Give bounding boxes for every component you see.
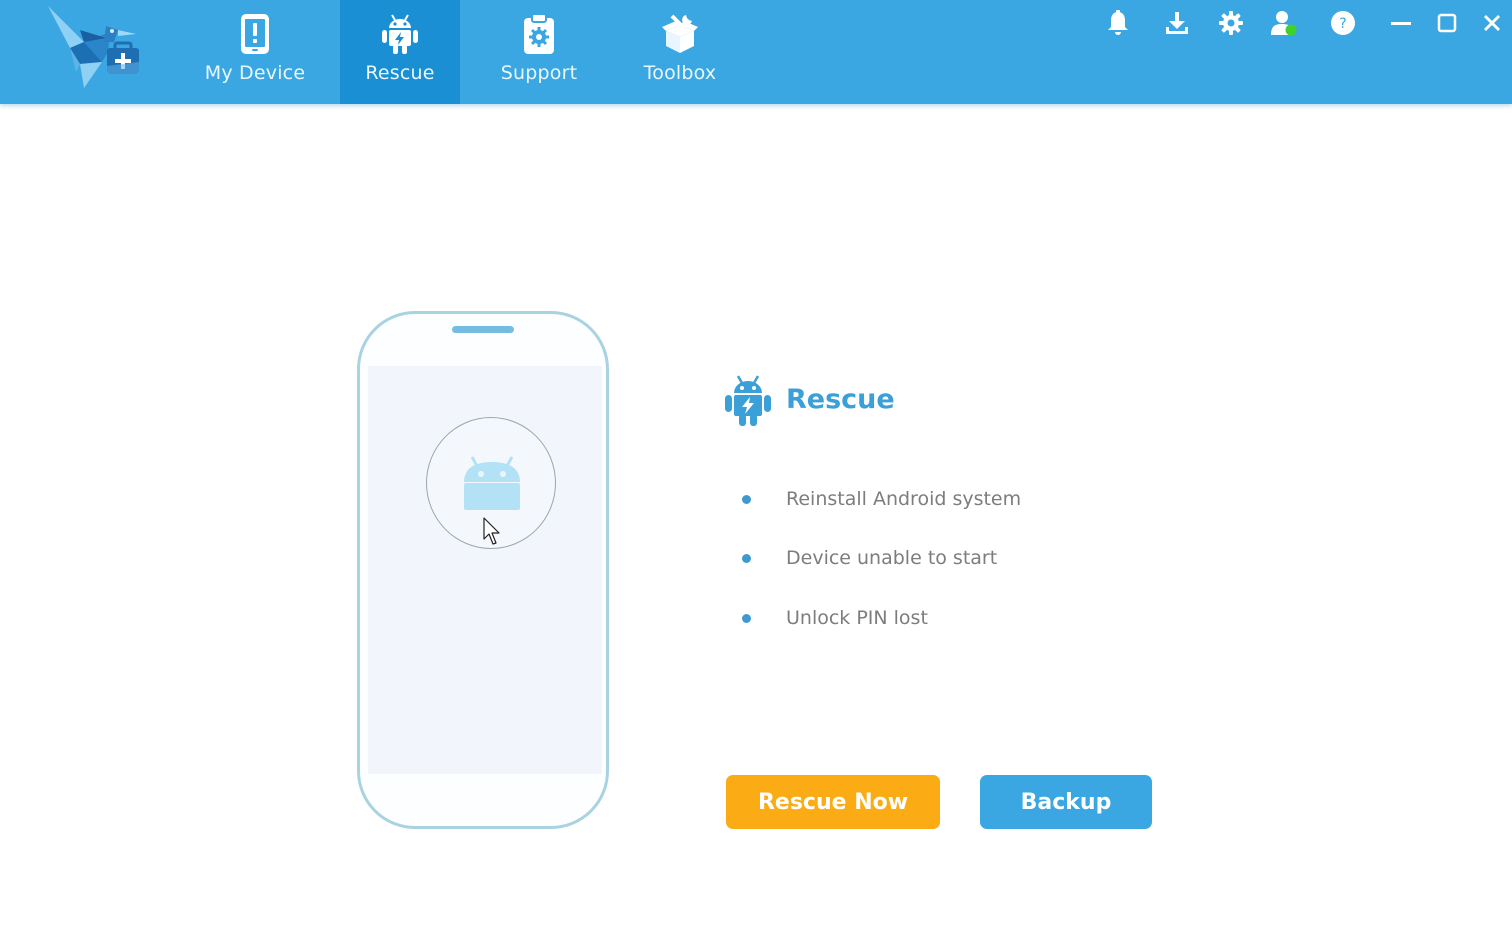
- tab-label: Toolbox: [643, 62, 717, 84]
- help-icon[interactable]: ?: [1328, 8, 1358, 38]
- account-icon[interactable]: [1269, 8, 1299, 38]
- svg-text:?: ?: [1339, 16, 1346, 32]
- title-bar: My Device Rescue Support Toolbox ?: [0, 0, 1512, 104]
- feature-item: Reinstall Android system: [742, 488, 1021, 510]
- close-icon[interactable]: [1477, 8, 1507, 38]
- app-logo: [48, 6, 139, 88]
- minimize-icon[interactable]: [1386, 8, 1416, 38]
- tab-rescue[interactable]: Rescue: [340, 0, 460, 104]
- feature-text: Device unable to start: [786, 547, 998, 569]
- feature-text: Unlock PIN lost: [786, 607, 928, 629]
- bullet-icon: [742, 613, 751, 623]
- android-device-circle[interactable]: [426, 417, 556, 549]
- tab-label: My Device: [204, 62, 306, 84]
- android-head-icon: [464, 456, 520, 510]
- tab-toolbox[interactable]: Toolbox: [626, 0, 734, 104]
- maximize-icon[interactable]: [1432, 8, 1462, 38]
- mouse-cursor-icon: [483, 517, 500, 545]
- feature-text: Reinstall Android system: [786, 488, 1022, 510]
- tab-label: Support: [500, 62, 578, 84]
- tab-label: Rescue: [365, 62, 435, 84]
- phone-speaker: [452, 326, 514, 333]
- page-title: Rescue: [786, 384, 895, 415]
- toolbox-icon: [658, 12, 702, 56]
- android-bolt-icon: [725, 375, 771, 426]
- tab-my-device[interactable]: My Device: [194, 0, 316, 104]
- bullet-icon: [742, 553, 751, 563]
- phone-screen: [368, 366, 602, 774]
- clipboard-gear-icon: [517, 12, 561, 56]
- backup-button[interactable]: Backup: [980, 775, 1152, 829]
- phone-alert-icon: [233, 12, 277, 56]
- feature-item: Device unable to start: [742, 547, 997, 569]
- android-bolt-icon: [378, 12, 422, 56]
- bell-icon[interactable]: [1103, 8, 1133, 38]
- download-icon[interactable]: [1162, 8, 1192, 38]
- phone-illustration: [357, 311, 609, 829]
- tab-support[interactable]: Support: [484, 0, 594, 104]
- feature-item: Unlock PIN lost: [742, 607, 928, 629]
- rescue-now-button[interactable]: Rescue Now: [726, 775, 940, 829]
- settings-icon[interactable]: [1216, 8, 1246, 38]
- online-status-dot: [1285, 24, 1297, 36]
- bullet-icon: [742, 494, 751, 504]
